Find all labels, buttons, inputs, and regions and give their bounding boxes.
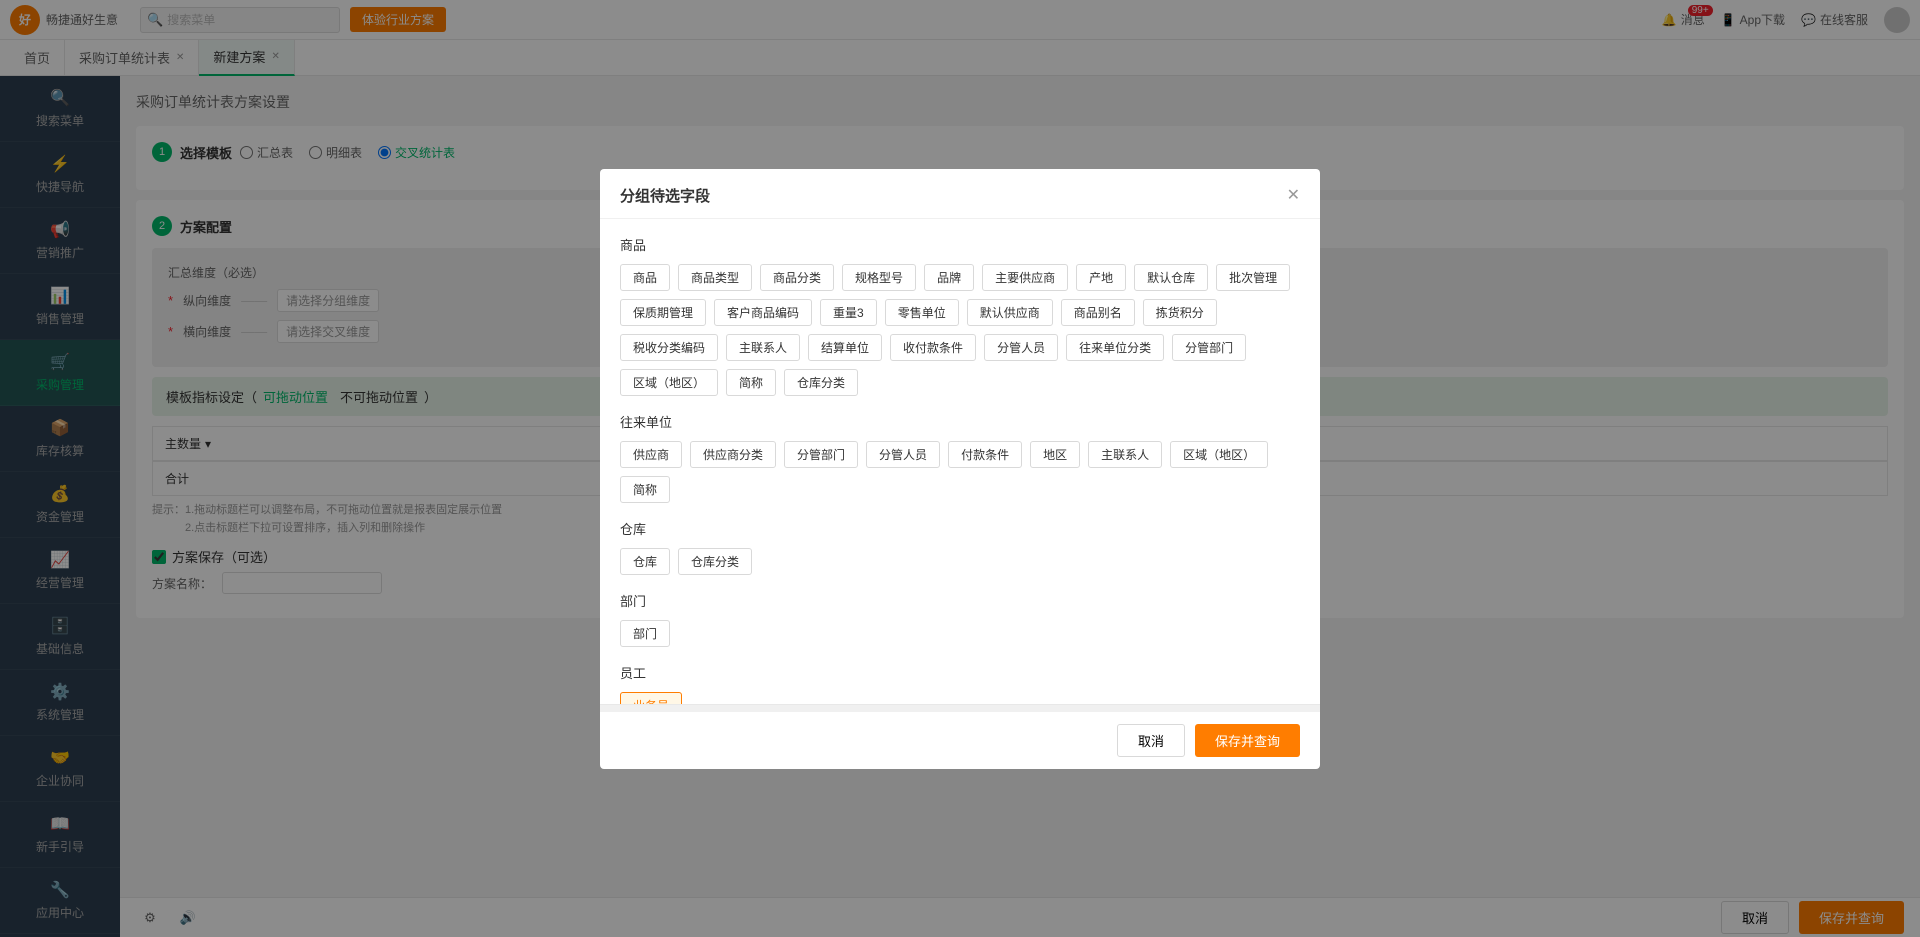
modal-footer: 取消 保存并查询 [600,711,1320,769]
field-tag[interactable]: 地区 [1030,441,1080,468]
field-tag[interactable]: 保质期管理 [620,299,706,326]
field-tag[interactable]: 仓库分类 [784,369,858,396]
field-tag[interactable]: 零售单位 [885,299,959,326]
field-section-title-4: 员工 [620,663,1300,682]
field-tags-3: 部门 [620,620,1300,647]
overlay: 分组待选字段 ✕ 商品商品商品类型商品分类规格型号品牌主要供应商产地默认仓库批次… [0,0,1920,937]
field-section-4: 员工业务员 [620,663,1300,705]
field-tag[interactable]: 分管人员 [866,441,940,468]
field-tag[interactable]: 拣货积分 [1143,299,1217,326]
confirm-button[interactable]: 保存并查询 [1195,724,1300,757]
field-tag[interactable]: 分管部门 [1172,334,1246,361]
field-tag[interactable]: 商品分类 [760,264,834,291]
field-tag[interactable]: 分管人员 [984,334,1058,361]
field-tag[interactable]: 主联系人 [726,334,800,361]
field-tags-4: 业务员 [620,692,1300,705]
field-tag[interactable]: 简称 [726,369,776,396]
field-tag[interactable]: 仓库 [620,548,670,575]
field-tag[interactable]: 商品别名 [1061,299,1135,326]
field-section-1: 往来单位供应商供应商分类分管部门分管人员付款条件地区主联系人区域（地区） 简称 [620,412,1300,503]
field-tags-2: 仓库仓库分类 [620,548,1300,575]
field-tag[interactable]: 业务员 [620,692,682,705]
field-tag[interactable]: 主联系人 [1088,441,1162,468]
field-section-3: 部门部门 [620,591,1300,647]
field-tag[interactable]: 区域（地区） [1170,441,1268,468]
modal-body[interactable]: 商品商品商品类型商品分类规格型号品牌主要供应商产地默认仓库批次管理保质期管理客户… [600,219,1320,705]
field-tag[interactable]: 规格型号 [842,264,916,291]
modal: 分组待选字段 ✕ 商品商品商品类型商品分类规格型号品牌主要供应商产地默认仓库批次… [600,169,1320,769]
field-tag[interactable]: 区域（地区） [620,369,718,396]
field-section-title-3: 部门 [620,591,1300,610]
field-tag[interactable]: 默认仓库 [1134,264,1208,291]
cancel-button[interactable]: 取消 [1117,724,1185,757]
field-tag[interactable]: 默认供应商 [967,299,1053,326]
field-section-2: 仓库仓库仓库分类 [620,519,1300,575]
field-section-title-0: 商品 [620,235,1300,254]
field-tag[interactable]: 主要供应商 [982,264,1068,291]
field-tags-1: 供应商供应商分类分管部门分管人员付款条件地区主联系人区域（地区） 简称 [620,441,1300,503]
modal-title: 分组待选字段 [620,185,710,206]
field-tag[interactable]: 简称 [620,476,670,503]
modal-close-button[interactable]: ✕ [1287,185,1300,205]
field-tag[interactable]: 往来单位分类 [1066,334,1164,361]
field-tag[interactable]: 商品 [620,264,670,291]
field-section-title-1: 往来单位 [620,412,1300,431]
field-tags-0: 商品商品类型商品分类规格型号品牌主要供应商产地默认仓库批次管理保质期管理客户商品… [620,264,1300,396]
field-tag[interactable]: 重量3 [820,299,877,326]
field-tag[interactable]: 品牌 [924,264,974,291]
field-tag[interactable]: 付款条件 [948,441,1022,468]
field-tag[interactable]: 供应商 [620,441,682,468]
modal-header: 分组待选字段 ✕ [600,169,1320,219]
field-tag[interactable]: 税收分类编码 [620,334,718,361]
field-tag[interactable]: 批次管理 [1216,264,1290,291]
field-tag[interactable]: 客户商品编码 [714,299,812,326]
field-tag[interactable]: 仓库分类 [678,548,752,575]
field-tag[interactable]: 结算单位 [808,334,882,361]
field-tag[interactable]: 产地 [1076,264,1126,291]
field-section-0: 商品商品商品类型商品分类规格型号品牌主要供应商产地默认仓库批次管理保质期管理客户… [620,235,1300,396]
field-tag[interactable]: 供应商分类 [690,441,776,468]
field-tag[interactable]: 分管部门 [784,441,858,468]
field-tag[interactable]: 收付款条件 [890,334,976,361]
field-tag[interactable]: 部门 [620,620,670,647]
field-tag[interactable]: 商品类型 [678,264,752,291]
field-section-title-2: 仓库 [620,519,1300,538]
